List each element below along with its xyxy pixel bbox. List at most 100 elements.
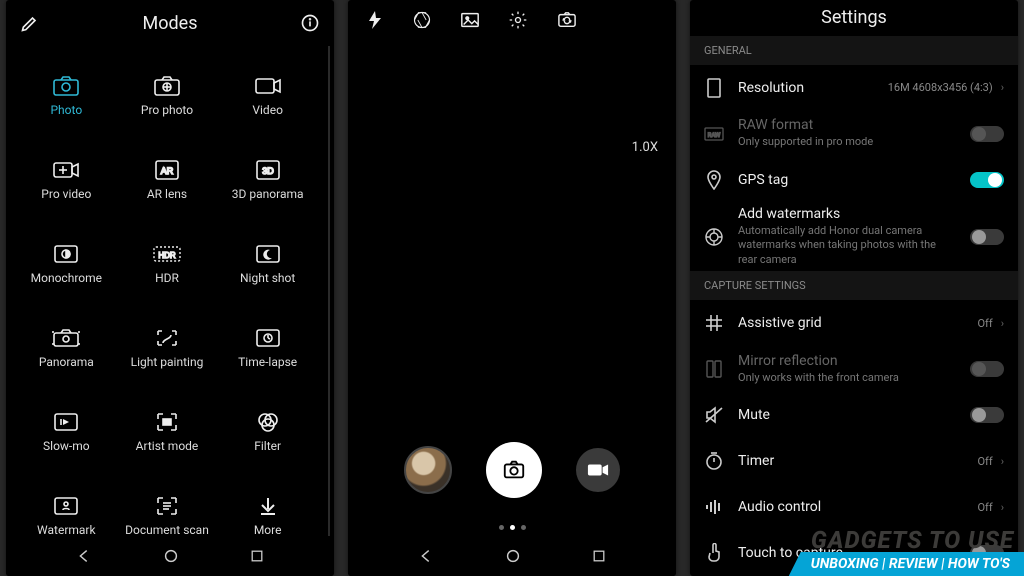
modes-screen: Modes Photo Pro photo Video — [6, 0, 334, 576]
mode-label: AR lens — [147, 187, 187, 201]
watermark-toggle[interactable] — [970, 229, 1004, 245]
nav-back-icon[interactable] — [417, 547, 435, 565]
raw-icon: RAW — [704, 127, 724, 141]
mode-time-lapse[interactable]: Time-lapse — [217, 306, 318, 390]
mode-label: Night shot — [240, 271, 295, 285]
page-indicator — [348, 518, 676, 536]
raw-toggle — [970, 126, 1004, 142]
gps-icon — [704, 170, 724, 190]
mode-document-scan[interactable]: Document scan — [117, 474, 218, 536]
mode-panorama[interactable]: Panorama — [16, 306, 117, 390]
mode-label: Pro photo — [141, 103, 193, 117]
mode-label: Panorama — [39, 355, 94, 369]
grid-icon — [704, 314, 724, 332]
svg-text:RAW: RAW — [708, 132, 721, 139]
mode-label: Slow-mo — [43, 439, 90, 453]
viewfinder-screen: 1.0X — [348, 0, 676, 576]
mode-label: HDR — [155, 271, 179, 285]
mode-artist-mode[interactable]: Artist mode — [117, 390, 218, 474]
mode-night-shot[interactable]: Night shot — [217, 222, 318, 306]
row-watermarks[interactable]: Add watermarksAutomatically add Honor du… — [690, 203, 1018, 271]
mode-label: Light painting — [131, 355, 204, 369]
resolution-value: 16M 4608x3456 (4:3) — [888, 81, 993, 94]
watermark-icon — [704, 227, 724, 247]
mode-label: Photo — [50, 103, 82, 117]
gps-toggle[interactable] — [970, 172, 1004, 188]
mode-video[interactable]: Video — [217, 54, 318, 138]
nav-home-icon[interactable] — [504, 547, 522, 565]
zoom-level[interactable]: 1.0X — [632, 140, 658, 155]
timer-value: Off — [977, 455, 992, 468]
nav-recent-icon[interactable] — [591, 548, 607, 564]
row-mute[interactable]: Mute — [690, 392, 1018, 438]
settings-screen: Settings GENERAL Resolution 16M 4608x345… — [690, 0, 1018, 576]
section-capture: CAPTURE SETTINGS — [690, 271, 1018, 300]
mode-label: Pro video — [41, 187, 91, 201]
info-icon[interactable] — [300, 13, 320, 33]
mode-ar-lens[interactable]: AR AR lens — [117, 138, 218, 222]
mute-toggle[interactable] — [970, 407, 1004, 423]
site-watermark: GADGETS TO USE UNBOXING | REVIEW | HOW T… — [789, 530, 1024, 576]
chevron-right-icon: › — [1001, 81, 1004, 94]
svg-text:HDR: HDR — [158, 251, 176, 260]
mode-pro-photo[interactable]: Pro photo — [117, 54, 218, 138]
audio-icon — [704, 499, 724, 515]
mode-pro-video[interactable]: Pro video — [16, 138, 117, 222]
mode-label: 3D panorama — [232, 187, 304, 201]
chevron-right-icon: › — [1001, 455, 1004, 468]
settings-title: Settings — [704, 7, 1004, 28]
video-mode-button[interactable] — [576, 448, 620, 492]
mode-label: Video — [252, 103, 283, 117]
mute-icon — [704, 406, 724, 424]
mode-label: More — [254, 523, 282, 536]
gallery-thumbnail[interactable] — [404, 446, 452, 494]
mode-watermark[interactable]: Watermark — [16, 474, 117, 536]
row-mirror: Mirror reflectionOnly works with the fro… — [690, 346, 1018, 392]
mode-3d-panorama[interactable]: 3D 3D panorama — [217, 138, 318, 222]
row-gps[interactable]: GPS tag — [690, 157, 1018, 203]
edit-icon[interactable] — [20, 13, 40, 33]
nav-back-icon[interactable] — [75, 547, 93, 565]
aperture-icon[interactable] — [412, 10, 432, 30]
nav-home-icon[interactable] — [162, 547, 180, 565]
mode-light-painting[interactable]: Light painting — [117, 306, 218, 390]
mode-label: Filter — [254, 439, 281, 453]
mode-slow-mo[interactable]: Slow-mo — [16, 390, 117, 474]
chevron-right-icon: › — [1001, 501, 1004, 514]
section-general: GENERAL — [690, 36, 1018, 65]
svg-text:3D: 3D — [262, 166, 274, 176]
mirror-toggle — [970, 361, 1004, 377]
audio-value: Off — [977, 501, 992, 514]
mode-hdr[interactable]: HDR HDR — [117, 222, 218, 306]
mode-monochrome[interactable]: Monochrome — [16, 222, 117, 306]
watermark-title: GADGETS TO USE — [789, 530, 1024, 552]
row-grid[interactable]: Assistive grid Off› — [690, 300, 1018, 346]
modes-title: Modes — [40, 13, 300, 34]
nav-recent-icon[interactable] — [249, 548, 265, 564]
switch-camera-icon[interactable] — [556, 11, 578, 29]
mode-label: Watermark — [37, 523, 96, 536]
mode-label: Document scan — [125, 523, 209, 536]
mode-filter[interactable]: Filter — [217, 390, 318, 474]
svg-text:AR: AR — [161, 166, 174, 176]
row-resolution[interactable]: Resolution 16M 4608x3456 (4:3)› — [690, 65, 1018, 111]
camera-viewfinder[interactable]: 1.0X — [348, 40, 676, 420]
watermark-bar: UNBOXING | REVIEW | HOW TO'S — [789, 552, 1024, 576]
row-raw: RAW RAW formatOnly supported in pro mode — [690, 111, 1018, 157]
flash-icon[interactable] — [366, 10, 384, 30]
touch-icon — [704, 543, 724, 563]
row-timer[interactable]: Timer Off› — [690, 438, 1018, 484]
mode-label: Monochrome — [31, 271, 102, 285]
shutter-button[interactable] — [486, 442, 542, 498]
grid-value: Off — [977, 317, 992, 330]
resolution-icon — [704, 76, 724, 100]
photo-icon[interactable] — [460, 11, 480, 29]
mode-photo[interactable]: Photo — [16, 54, 117, 138]
mode-label: Artist mode — [136, 439, 199, 453]
mode-label: Time-lapse — [238, 355, 297, 369]
gear-icon[interactable] — [508, 10, 528, 30]
mode-more[interactable]: More — [217, 474, 318, 536]
timer-icon — [704, 452, 724, 470]
chevron-right-icon: › — [1001, 317, 1004, 330]
row-audio[interactable]: Audio control Off› — [690, 484, 1018, 530]
